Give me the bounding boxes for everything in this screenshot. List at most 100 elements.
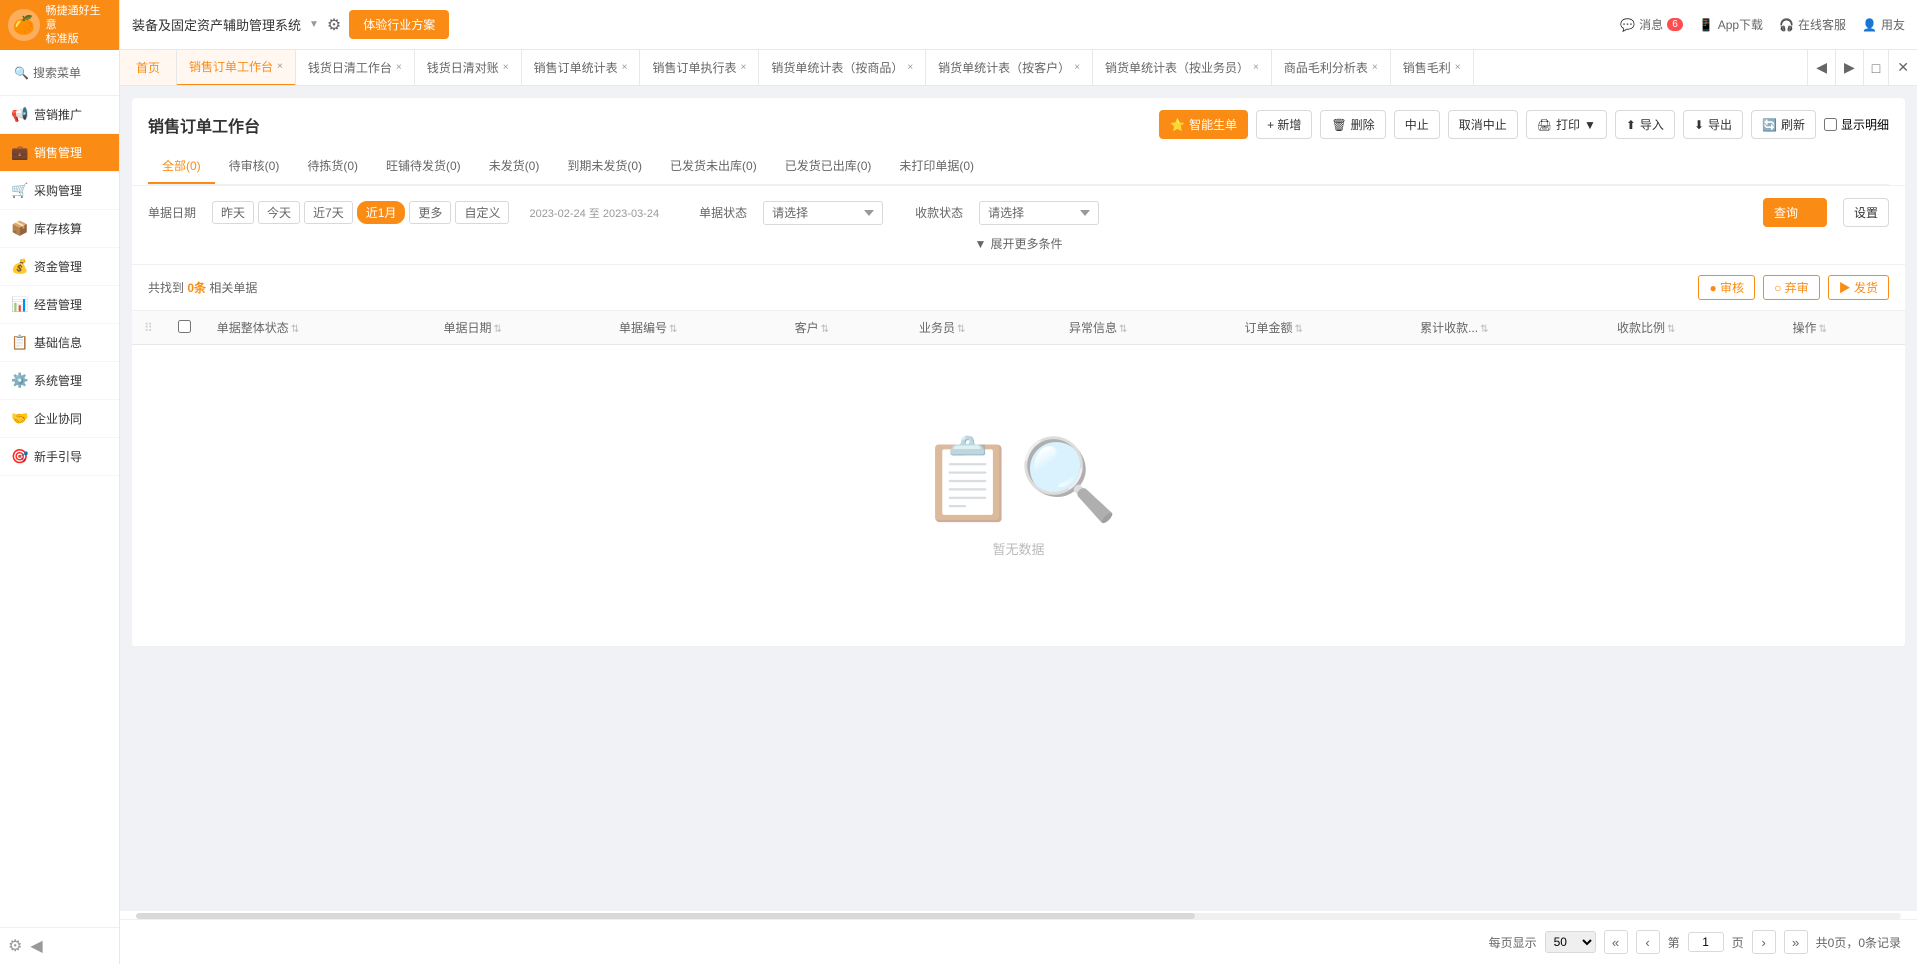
topbar-settings-btn[interactable]: ⚙ (327, 15, 341, 35)
tab-close-sales-by-product[interactable]: × (907, 62, 913, 73)
tab-close-sales-exec[interactable]: × (740, 62, 746, 73)
tabs-prev-btn[interactable]: ◀ (1807, 50, 1835, 86)
tab-close-sales-margin[interactable]: × (1455, 62, 1461, 73)
sort-collected[interactable]: ⇅ (1480, 324, 1488, 335)
last-page-btn[interactable]: » (1784, 930, 1808, 954)
date-btn-last1m[interactable]: 近1月 (357, 201, 406, 224)
sub-tab-shipped-not-out[interactable]: 已发货未出库(0) (656, 149, 771, 184)
status-select[interactable]: 请选择 (763, 201, 883, 225)
table-action-发货[interactable]: ▶ 发货 (1828, 275, 1889, 300)
delete-btn[interactable]: 🗑 删除 (1320, 110, 1385, 139)
sidebar-item-sales[interactable]: 💼销售管理 (0, 134, 119, 172)
col-header-customer[interactable]: 客户⇅ (783, 311, 907, 345)
col-header-amount[interactable]: 订单金额⇅ (1233, 311, 1409, 345)
sort-amount[interactable]: ⇅ (1295, 324, 1303, 335)
filter-settings-btn[interactable]: 设置 (1843, 198, 1889, 227)
col-header-date[interactable]: 单据日期⇅ (431, 311, 607, 345)
import-btn[interactable]: ⬆ 导入 (1615, 110, 1675, 139)
tab-sales-by-staff[interactable]: 销货单统计表（按业务员）× (1093, 50, 1272, 86)
sub-tab-all[interactable]: 全部(0) (148, 149, 215, 184)
user-menu-btn[interactable]: 👤 用友 (1862, 16, 1905, 33)
sidebar-item-basic[interactable]: 📋基础信息 (0, 324, 119, 362)
next-page-btn[interactable]: › (1752, 930, 1776, 954)
sidebar-item-inventory[interactable]: 📦库存核算 (0, 210, 119, 248)
tab-sales-exec[interactable]: 销售订单执行表× (640, 50, 759, 86)
tab-close-cash-daily[interactable]: × (396, 62, 402, 73)
sort-operation[interactable]: ⇅ (1819, 324, 1827, 335)
col-header-staff[interactable]: 业务员⇅ (907, 311, 1057, 345)
search-menu-btn[interactable]: 🔍 搜索菜单 (8, 58, 111, 87)
page-size-select[interactable]: 2050100200 (1545, 931, 1596, 953)
sub-tab-not-shipped[interactable]: 未发货(0) (475, 149, 554, 184)
table-action-弃审[interactable]: ○ 弃审 (1763, 275, 1820, 300)
prev-page-btn[interactable]: ‹ (1636, 930, 1660, 954)
sub-tab-pending-review[interactable]: 待审核(0) (215, 149, 294, 184)
print-btn[interactable]: 🖨 打印 ▼ (1526, 110, 1607, 139)
sidebar-item-finance[interactable]: 💰资金管理 (0, 248, 119, 286)
query-btn[interactable]: 查询 (1763, 198, 1827, 227)
tabs-next-btn[interactable]: ▶ (1835, 50, 1863, 86)
sub-tab-wangpu-pending[interactable]: 旺铺待发货(0) (372, 149, 475, 184)
app-download-btn[interactable]: 📱 App下载 (1699, 16, 1763, 33)
tab-close-product-margin[interactable]: × (1372, 62, 1378, 73)
collapse-btn[interactable]: ◀ (30, 936, 42, 956)
show-detail-checkbox[interactable] (1824, 118, 1837, 131)
sub-tab-shipped-out[interactable]: 已发货已出库(0) (771, 149, 886, 184)
sort-date[interactable]: ⇅ (494, 324, 502, 335)
sidebar-item-enterprise[interactable]: 🤝企业协同 (0, 400, 119, 438)
refresh-btn[interactable]: 🔄 刷新 (1751, 110, 1816, 139)
tab-close-sales-by-customer[interactable]: × (1074, 62, 1080, 73)
col-header-status[interactable]: 单据整体状态⇅ (205, 311, 432, 345)
page-input[interactable] (1688, 932, 1724, 952)
tab-product-margin[interactable]: 商品毛利分析表× (1272, 50, 1391, 86)
date-btn-last7[interactable]: 近7天 (304, 201, 353, 224)
tab-sales-workbench[interactable]: 销售订单工作台× (177, 50, 296, 86)
sort-ratio[interactable]: ⇅ (1667, 324, 1675, 335)
col-header-number[interactable]: 单据编号⇅ (607, 311, 783, 345)
col-header-operation[interactable]: 操作⇅ (1780, 311, 1905, 345)
tab-sales-by-product[interactable]: 销货单统计表（按商品）× (759, 50, 926, 86)
tab-close-sales-by-staff[interactable]: × (1253, 62, 1259, 73)
export-btn[interactable]: ⬇ 导出 (1683, 110, 1743, 139)
tab-close-sales-stats[interactable]: × (622, 62, 628, 73)
col-header-collected[interactable]: 累计收款...⇅ (1408, 311, 1605, 345)
sub-tab-pending-pickup[interactable]: 待拣货(0) (293, 149, 372, 184)
table-action-审核[interactable]: ● 审核 (1698, 275, 1755, 300)
tabs-maximize-btn[interactable]: □ (1863, 50, 1888, 86)
first-page-btn[interactable]: « (1604, 930, 1628, 954)
col-header-abnormal[interactable]: 异常信息⇅ (1057, 311, 1233, 345)
tab-sales-stats[interactable]: 销售订单统计表× (522, 50, 641, 86)
sort-customer[interactable]: ⇅ (821, 324, 829, 335)
tabs-close-btn[interactable]: ✕ (1888, 50, 1917, 86)
smart-create-btn[interactable]: ⭐ 智能生单 (1159, 110, 1248, 139)
date-btn-yesterday[interactable]: 昨天 (212, 201, 254, 224)
tab-cash-reconcile[interactable]: 钱货日清对账× (415, 50, 522, 86)
online-service-btn[interactable]: 🎧 在线客服 (1779, 16, 1846, 33)
col-header-ratio[interactable]: 收款比例⇅ (1605, 311, 1781, 345)
select-all-checkbox[interactable] (178, 320, 191, 333)
sidebar-item-marketing[interactable]: 📢营销推广 (0, 96, 119, 134)
stop-btn[interactable]: 中止 (1394, 110, 1440, 139)
date-btn-custom[interactable]: 自定义 (455, 201, 509, 224)
sort-staff[interactable]: ⇅ (957, 324, 965, 335)
sort-number[interactable]: ⇅ (669, 324, 677, 335)
message-btn[interactable]: 💬 消息 6 (1620, 16, 1683, 33)
sort-abnormal[interactable]: ⇅ (1119, 324, 1127, 335)
sidebar-item-purchase[interactable]: 🛒采购管理 (0, 172, 119, 210)
date-btn-more[interactable]: 更多 (409, 201, 451, 224)
horizontal-scrollbar[interactable] (120, 911, 1917, 919)
sidebar-item-system[interactable]: ⚙️系统管理 (0, 362, 119, 400)
add-btn[interactable]: + 新增 (1256, 110, 1312, 139)
expand-conditions-btn[interactable]: ▼ 展开更多条件 (975, 235, 1063, 252)
settings-bottom-btn[interactable]: ⚙ (8, 936, 22, 956)
tab-sales-margin[interactable]: 销售毛利× (1391, 50, 1474, 86)
sort-status[interactable]: ⇅ (291, 324, 299, 335)
show-detail-label[interactable]: 显示明细 (1824, 116, 1889, 133)
tab-sales-by-customer[interactable]: 销货单统计表（按客户）× (926, 50, 1093, 86)
date-btn-today[interactable]: 今天 (258, 201, 300, 224)
tab-cash-daily[interactable]: 钱货日清工作台× (296, 50, 415, 86)
cancel-stop-btn[interactable]: 取消中止 (1448, 110, 1518, 139)
sub-tab-not-printed[interactable]: 未打印单据(0) (885, 149, 988, 184)
sub-tab-overdue-not-shipped[interactable]: 到期未发货(0) (553, 149, 656, 184)
solution-btn[interactable]: 体验行业方案 (349, 10, 449, 39)
